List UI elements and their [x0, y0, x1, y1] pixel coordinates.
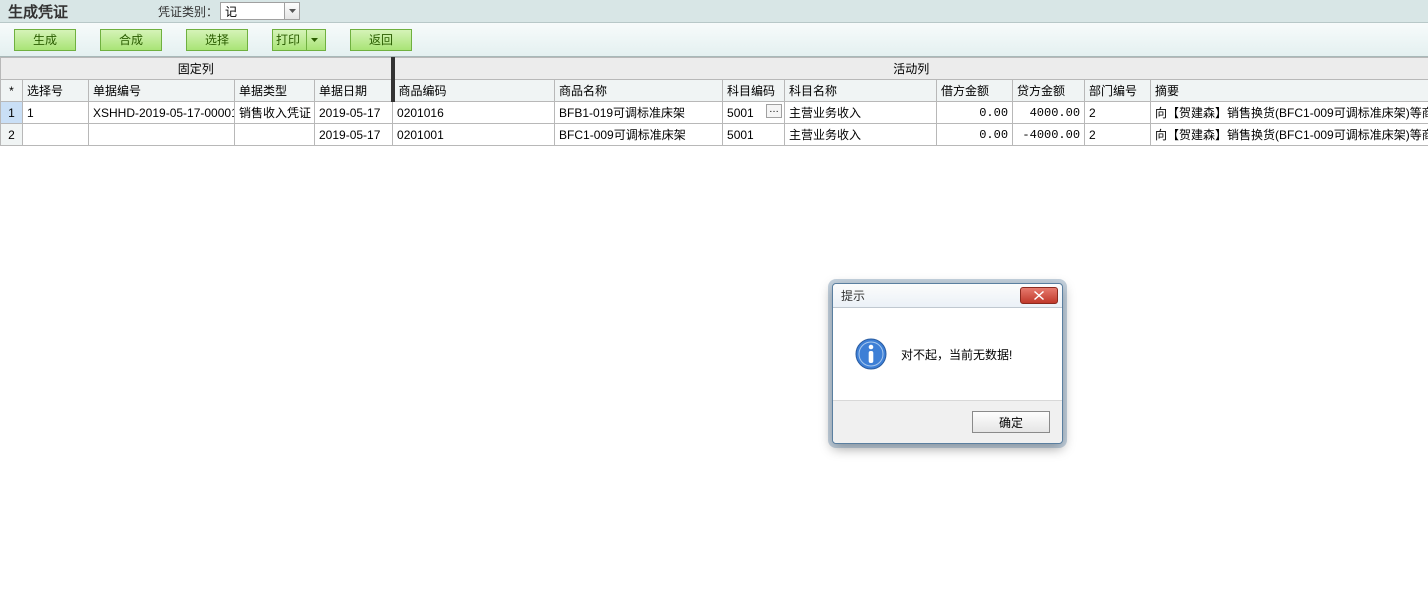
compose-button[interactable]: 合成	[100, 29, 162, 51]
table-row[interactable]: 1 1 XSHHD-2019-05-17-00001 销售收入凭证 2019-0…	[1, 102, 1428, 124]
cell-account-name[interactable]: 主营业务收入	[785, 124, 937, 146]
chevron-down-icon[interactable]	[306, 30, 322, 50]
cell-account-code[interactable]: 5001	[723, 124, 785, 146]
col-account-name[interactable]: 科目名称	[785, 80, 937, 102]
col-debit[interactable]: 借方金额	[937, 80, 1013, 102]
column-header-row: * 选择号 单据编号 单据类型 单据日期 商品编码 商品名称 科目编码 科目名称…	[1, 80, 1428, 102]
cell-summary[interactable]: 向【贺建森】销售换货(BFC1-009可调标准床架)等商	[1151, 124, 1428, 146]
col-credit[interactable]: 贷方金额	[1013, 80, 1085, 102]
page-title: 生成凭证	[8, 1, 68, 22]
group-active-header: 活动列	[393, 58, 1428, 80]
cell-select-no[interactable]	[23, 124, 89, 146]
cell-bill-date[interactable]: 2019-05-17	[315, 102, 393, 124]
close-button[interactable]	[1020, 287, 1058, 304]
col-product-name[interactable]: 商品名称	[555, 80, 723, 102]
dialog-message: 对不起，当前无数据!	[901, 346, 1012, 363]
message-dialog: 提示 对不起，当前无数据! 确定	[832, 283, 1063, 444]
row-index[interactable]: 1	[1, 102, 23, 124]
cell-credit[interactable]: -4000.00	[1013, 124, 1085, 146]
cell-bill-type[interactable]: 销售收入凭证	[235, 102, 315, 124]
row-index[interactable]: 2	[1, 124, 23, 146]
cell-select-no[interactable]: 1	[23, 102, 89, 124]
col-summary[interactable]: 摘要	[1151, 80, 1428, 102]
toolbar: 生成 合成 选择 打印 返回	[0, 23, 1428, 57]
print-button[interactable]: 打印	[272, 29, 326, 51]
cell-bill-no[interactable]: XSHHD-2019-05-17-00001	[89, 102, 235, 124]
col-bill-date[interactable]: 单据日期	[315, 80, 393, 102]
dialog-title-text: 提示	[841, 287, 1020, 304]
generate-button[interactable]: 生成	[14, 29, 76, 51]
chevron-down-icon[interactable]	[284, 3, 299, 19]
back-button[interactable]: 返回	[350, 29, 412, 51]
ok-button[interactable]: 确定	[972, 411, 1050, 433]
col-select-no[interactable]: 选择号	[23, 80, 89, 102]
cell-product-name[interactable]: BFC1-009可调标准床架	[555, 124, 723, 146]
voucher-type-label: 凭证类别：	[158, 3, 218, 20]
close-icon	[1034, 291, 1044, 300]
group-header-row: 固定列 活动列	[1, 58, 1428, 80]
cell-bill-date[interactable]: 2019-05-17	[315, 124, 393, 146]
cell-summary[interactable]: 向【贺建森】销售换货(BFC1-009可调标准床架)等商	[1151, 102, 1428, 124]
dialog-titlebar[interactable]: 提示	[833, 284, 1062, 308]
voucher-type-select[interactable]: 记	[220, 2, 300, 20]
group-fixed-header: 固定列	[1, 58, 393, 80]
cell-bill-type[interactable]	[235, 124, 315, 146]
col-dept-no[interactable]: 部门编号	[1085, 80, 1151, 102]
col-account-code[interactable]: 科目编码	[723, 80, 785, 102]
header-bar: 生成凭证 凭证类别： 记	[0, 0, 1428, 23]
cell-product-code[interactable]: 0201016	[393, 102, 555, 124]
cell-product-name[interactable]: BFB1-019可调标准床架	[555, 102, 723, 124]
select-button[interactable]: 选择	[186, 29, 248, 51]
cell-account-code[interactable]: 5001 …	[723, 102, 785, 124]
table-row[interactable]: 2 2019-05-17 0201001 BFC1-009可调标准床架 5001…	[1, 124, 1428, 146]
print-button-label: 打印	[276, 31, 300, 48]
cell-bill-no[interactable]	[89, 124, 235, 146]
data-grid: 固定列 活动列 * 选择号 单据编号 单据类型 单据日期 商品编码 商品名称 科…	[0, 57, 1428, 146]
cell-account-code-value: 5001	[727, 106, 754, 120]
cell-debit[interactable]: 0.00	[937, 102, 1013, 124]
dialog-body: 对不起，当前无数据!	[833, 308, 1062, 401]
ellipsis-button[interactable]: …	[766, 104, 782, 118]
col-product-code[interactable]: 商品编码	[393, 80, 555, 102]
dialog-footer: 确定	[833, 401, 1062, 443]
cell-dept-no[interactable]: 2	[1085, 124, 1151, 146]
col-bill-type[interactable]: 单据类型	[235, 80, 315, 102]
col-bill-no[interactable]: 单据编号	[89, 80, 235, 102]
voucher-type-value: 记	[221, 3, 284, 20]
cell-product-code[interactable]: 0201001	[393, 124, 555, 146]
cell-dept-no[interactable]: 2	[1085, 102, 1151, 124]
cell-debit[interactable]: 0.00	[937, 124, 1013, 146]
corner-cell: *	[1, 80, 23, 102]
cell-credit[interactable]: 4000.00	[1013, 102, 1085, 124]
info-icon	[855, 338, 887, 370]
cell-account-name[interactable]: 主营业务收入	[785, 102, 937, 124]
